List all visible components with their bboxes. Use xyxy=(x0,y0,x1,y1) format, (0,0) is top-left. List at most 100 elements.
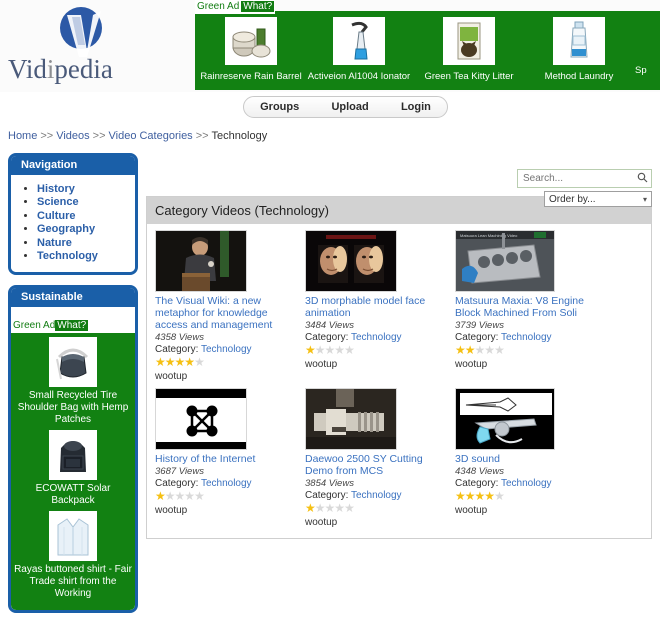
site-logo[interactable]: Vidipedia xyxy=(2,2,192,90)
video-card[interactable]: Daewoo 2500 SY Cutting Demo from MCS 385… xyxy=(305,388,451,528)
star-icon[interactable]: ★ xyxy=(305,343,316,357)
top-green-ad-banner[interactable]: Green Ad What? Rainreserve Rain Barrel A… xyxy=(195,0,660,90)
star-icon[interactable]: ★ xyxy=(494,343,505,357)
star-icon[interactable]: ★ xyxy=(175,489,186,503)
star-icon[interactable]: ★ xyxy=(344,501,355,515)
sidebar-ad-item-0[interactable]: Small Recycled Tire Shoulder Bag with He… xyxy=(11,336,135,426)
video-category-link[interactable]: Technology xyxy=(201,478,252,489)
video-rating[interactable]: ★★★★★ xyxy=(155,489,301,503)
order-by-select[interactable]: Order by... ▾ xyxy=(544,191,652,207)
video-uploader[interactable]: wootup xyxy=(455,359,601,370)
video-title[interactable]: 3D sound xyxy=(455,453,593,465)
video-card[interactable]: 3D sound 4348 Views Category: Technology… xyxy=(455,388,601,528)
video-category-link[interactable]: Technology xyxy=(351,332,402,343)
video-card[interactable]: The Visual Wiki: a new metaphor for know… xyxy=(155,230,301,382)
star-icon[interactable]: ★ xyxy=(184,489,195,503)
video-uploader[interactable]: wootup xyxy=(155,505,301,516)
sidebar-item-nature[interactable]: Nature xyxy=(37,237,131,249)
video-title[interactable]: History of the Internet xyxy=(155,453,293,465)
video-card[interactable]: Matsuura Lean Machining Video Matsuura M… xyxy=(455,230,601,382)
breadcrumb-home[interactable]: Home xyxy=(8,130,37,142)
star-icon[interactable]: ★ xyxy=(325,501,336,515)
video-card[interactable]: 3D morphable model face animation 3484 V… xyxy=(305,230,451,382)
sidebar-green-ad-label[interactable]: Green Ad What? xyxy=(11,318,135,333)
star-icon[interactable]: ★ xyxy=(194,355,205,369)
sidebar-ad-item-2[interactable]: Rayas buttoned shirt - Fair Trade shirt … xyxy=(11,510,135,600)
search-icon[interactable] xyxy=(637,172,648,186)
star-icon[interactable]: ★ xyxy=(155,489,166,503)
star-icon[interactable]: ★ xyxy=(184,355,195,369)
video-title[interactable]: Daewoo 2500 SY Cutting Demo from MCS xyxy=(305,453,443,477)
star-icon[interactable]: ★ xyxy=(334,343,345,357)
sidebar-link-nature[interactable]: Nature xyxy=(37,237,72,249)
sidebar-green-ad-what-link[interactable]: What? xyxy=(55,319,89,331)
top-ad-item-2[interactable]: Green Tea Kitty Litter xyxy=(415,17,523,82)
search-input[interactable] xyxy=(521,172,631,185)
sidebar-item-science[interactable]: Science xyxy=(37,196,131,208)
sidebar-link-culture[interactable]: Culture xyxy=(37,210,76,222)
tab-upload[interactable]: Upload xyxy=(325,101,374,113)
lathe-cutting-thumb[interactable] xyxy=(305,388,397,450)
video-uploader[interactable]: wootup xyxy=(305,517,451,528)
top-ad-item-4[interactable]: Sp xyxy=(635,17,660,76)
star-icon[interactable]: ★ xyxy=(325,343,336,357)
sidebar-green-ad[interactable]: Green Ad What? Small Recycled Tire Shoul… xyxy=(11,306,135,610)
video-uploader[interactable]: wootup xyxy=(455,505,601,516)
network-nodes-thumb[interactable] xyxy=(155,388,247,450)
star-icon[interactable]: ★ xyxy=(484,343,495,357)
star-icon[interactable]: ★ xyxy=(315,501,326,515)
video-title[interactable]: 3D morphable model face animation xyxy=(305,295,443,319)
tab-login[interactable]: Login xyxy=(395,101,437,113)
top-ad-item-3[interactable]: Method Laundry xyxy=(525,17,633,82)
sidebar-faint-link[interactable] xyxy=(11,307,135,319)
sidebar-ad-item-1[interactable]: ECOWATT Solar Backpack xyxy=(11,429,135,507)
star-icon[interactable]: ★ xyxy=(175,355,186,369)
video-rating[interactable]: ★★★★★ xyxy=(455,489,601,503)
sidebar-item-geography[interactable]: Geography xyxy=(37,223,131,235)
star-icon[interactable]: ★ xyxy=(165,489,176,503)
star-icon[interactable]: ★ xyxy=(165,355,176,369)
video-rating[interactable]: ★★★★★ xyxy=(305,501,451,515)
sidebar-link-history[interactable]: History xyxy=(37,183,75,195)
star-icon[interactable]: ★ xyxy=(465,489,476,503)
star-icon[interactable]: ★ xyxy=(475,489,486,503)
video-rating[interactable]: ★★★★★ xyxy=(155,355,301,369)
search-box[interactable] xyxy=(517,169,652,188)
top-ad-item-0[interactable]: Rainreserve Rain Barrel xyxy=(197,17,305,82)
video-rating[interactable]: ★★★★★ xyxy=(455,343,601,357)
face-morph-thumb[interactable] xyxy=(305,230,397,292)
star-icon[interactable]: ★ xyxy=(494,489,505,503)
star-icon[interactable]: ★ xyxy=(344,343,355,357)
sidebar-link-science[interactable]: Science xyxy=(37,196,79,208)
breadcrumb-video-categories[interactable]: Video Categories xyxy=(109,130,193,142)
green-ad-label[interactable]: Green Ad What? xyxy=(195,0,276,14)
star-icon[interactable]: ★ xyxy=(455,343,466,357)
star-icon[interactable]: ★ xyxy=(475,343,486,357)
tab-groups[interactable]: Groups xyxy=(254,101,305,113)
video-uploader[interactable]: wootup xyxy=(305,359,451,370)
star-icon[interactable]: ★ xyxy=(315,343,326,357)
video-category-link[interactable]: Technology xyxy=(201,344,252,355)
sidebar-item-history[interactable]: History xyxy=(37,183,131,195)
sidebar-link-technology[interactable]: Technology xyxy=(37,250,98,262)
video-category-link[interactable]: Technology xyxy=(501,332,552,343)
star-icon[interactable]: ★ xyxy=(484,489,495,503)
video-category-link[interactable]: Technology xyxy=(351,490,402,501)
lecture-speaker-thumb[interactable] xyxy=(155,230,247,292)
video-card[interactable]: History of the Internet 3687 Views Categ… xyxy=(155,388,301,528)
star-icon[interactable]: ★ xyxy=(155,355,166,369)
breadcrumb-videos[interactable]: Videos xyxy=(56,130,89,142)
top-ad-item-1[interactable]: Activeion Al1004 Ionator xyxy=(305,17,413,82)
green-ad-what-link[interactable]: What? xyxy=(241,1,275,12)
star-icon[interactable]: ★ xyxy=(334,501,345,515)
star-icon[interactable]: ★ xyxy=(194,489,205,503)
sidebar-link-geography[interactable]: Geography xyxy=(37,223,95,235)
star-icon[interactable]: ★ xyxy=(305,501,316,515)
star-icon[interactable]: ★ xyxy=(465,343,476,357)
video-title[interactable]: Matsuura Maxia: V8 Engine Block Machined… xyxy=(455,295,593,319)
video-uploader[interactable]: wootup xyxy=(155,371,301,382)
video-category-link[interactable]: Technology xyxy=(501,478,552,489)
sidebar-item-technology[interactable]: Technology xyxy=(37,250,131,262)
star-icon[interactable]: ★ xyxy=(455,489,466,503)
revolver-diagram-thumb[interactable] xyxy=(455,388,555,450)
